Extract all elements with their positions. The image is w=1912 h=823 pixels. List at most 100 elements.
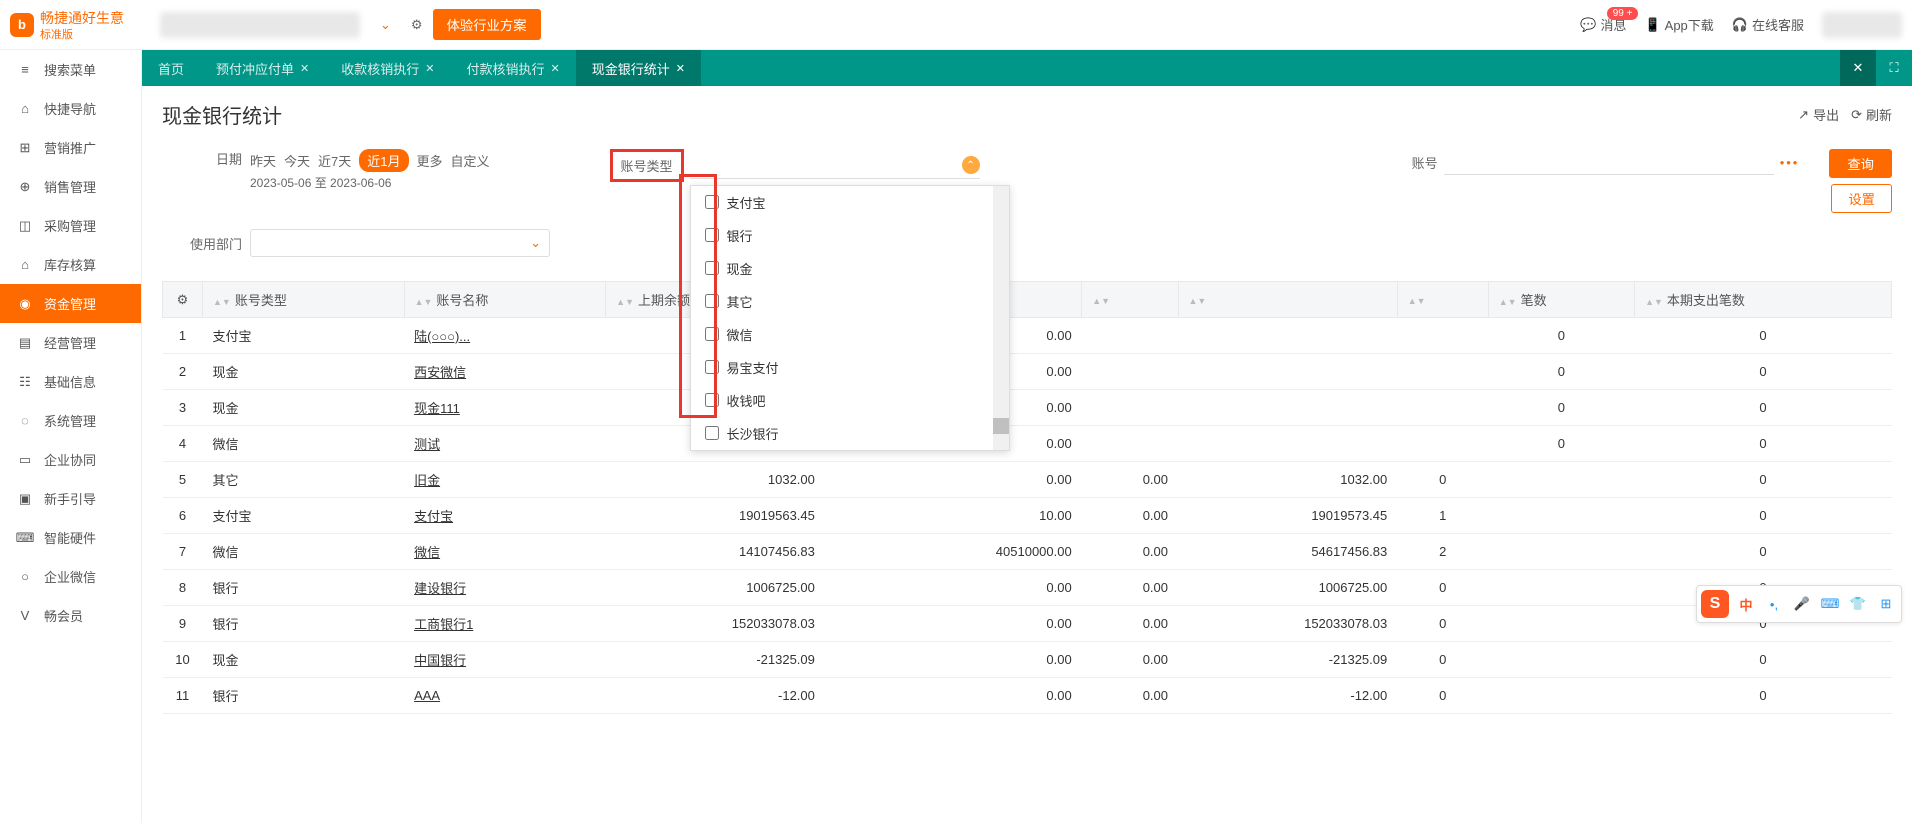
dropdown-item[interactable]: 支付宝 [691, 186, 1009, 219]
query-button[interactable]: 查询 [1829, 149, 1892, 178]
dropdown-checkbox[interactable] [705, 327, 719, 341]
gear-icon[interactable]: ⚙ [177, 292, 189, 307]
dropdown-item[interactable]: 银行 [691, 219, 1009, 252]
dropdown-scrollbar[interactable] [993, 186, 1009, 450]
sidebar-item-12[interactable]: ⌨智能硬件 [0, 518, 141, 557]
tab-0[interactable]: 首页 [142, 50, 200, 86]
account-link[interactable]: 工商银行1 [414, 617, 473, 632]
dropdown-checkbox[interactable] [705, 195, 719, 209]
dropdown-item[interactable]: 易宝支付 [691, 351, 1009, 384]
account-link[interactable]: 西安微信 [414, 365, 466, 380]
sort-icon[interactable]: ▲▼ [616, 299, 634, 305]
sogou-logo-icon[interactable]: S [1701, 590, 1729, 618]
tab-4[interactable]: 现金银行统计✕ [576, 50, 701, 86]
ime-punct-icon[interactable]: •, [1763, 593, 1785, 615]
gear-icon[interactable]: ⚙ [411, 17, 423, 33]
ime-skin-icon[interactable]: 👕 [1847, 593, 1869, 615]
sidebar-item-5[interactable]: ⌂库存核算 [0, 245, 141, 284]
dropdown-item[interactable]: 收钱吧 [691, 384, 1009, 417]
sidebar-item-6[interactable]: ◉资金管理 [0, 284, 141, 323]
account-no-input[interactable] [1444, 149, 1774, 175]
sidebar-item-9[interactable]: ◌系统管理 [0, 401, 141, 440]
export-icon: ↗ [1798, 107, 1809, 123]
account-link[interactable]: 陆(○○○)... [414, 329, 470, 344]
close-icon[interactable]: ✕ [425, 62, 434, 75]
close-icon[interactable]: ✕ [676, 62, 685, 75]
date-quick-option[interactable]: 自定义 [451, 151, 490, 170]
table-header[interactable]: ▲▼ [1082, 282, 1178, 318]
message-link[interactable]: 💬 消息 99 + [1580, 15, 1626, 34]
tab-2[interactable]: 收款核销执行✕ [325, 50, 450, 86]
dropdown-checkbox[interactable] [705, 294, 719, 308]
table-header[interactable]: ⚙ [163, 282, 203, 318]
account-link[interactable]: 中国银行 [414, 653, 466, 668]
table-header[interactable]: ▲▼账号名称 [404, 282, 606, 318]
more-filters-icon[interactable]: ••• [1780, 155, 1800, 170]
account-type-select[interactable]: ⌃ [690, 153, 980, 179]
dropdown-item[interactable]: 现金 [691, 252, 1009, 285]
table-header[interactable]: ▲▼ [1397, 282, 1488, 318]
experience-button[interactable]: 体验行业方案 [433, 9, 541, 40]
settings-button[interactable]: 设置 [1831, 184, 1892, 213]
sidebar-item-8[interactable]: ☷基础信息 [0, 362, 141, 401]
close-icon[interactable]: ✕ [551, 62, 560, 75]
tab-fullscreen-icon[interactable]: ⛶ [1876, 50, 1912, 86]
table-header[interactable]: ▲▼账号类型 [203, 282, 405, 318]
dropdown-checkbox[interactable] [705, 261, 719, 275]
ime-toolbox-icon[interactable]: ⊞ [1875, 593, 1897, 615]
date-quick-option[interactable]: 更多 [417, 151, 443, 170]
dropdown-checkbox[interactable] [705, 228, 719, 242]
date-quick-option[interactable]: 近7天 [318, 151, 351, 170]
dropdown-item[interactable]: 长沙银行 [691, 417, 1009, 450]
lang-toggle[interactable]: 中 [1735, 593, 1757, 615]
sort-icon[interactable]: ▲▼ [1645, 299, 1663, 305]
sidebar-item-11[interactable]: ▣新手引导 [0, 479, 141, 518]
refresh-button[interactable]: ⟳刷新 [1851, 105, 1892, 124]
sidebar-item-0[interactable]: ≡搜索菜单 [0, 50, 141, 89]
dropdown-item[interactable]: 微信 [691, 318, 1009, 351]
close-icon[interactable]: ✕ [300, 62, 309, 75]
account-link[interactable]: AAA [414, 688, 440, 703]
account-link[interactable]: 现金111 [414, 401, 460, 416]
dropdown-item[interactable]: 其它 [691, 285, 1009, 318]
sort-icon[interactable]: ▲▼ [1092, 298, 1110, 304]
tab-3[interactable]: 付款核销执行✕ [450, 50, 575, 86]
table-header[interactable]: ▲▼本期支出笔数 [1635, 282, 1892, 318]
sort-icon[interactable]: ▲▼ [1408, 298, 1426, 304]
company-dropdown-icon[interactable]: ⌄ [380, 17, 391, 33]
date-quick-option[interactable]: 近1月 [359, 149, 408, 172]
sidebar-item-7[interactable]: ▤经营管理 [0, 323, 141, 362]
date-quick-option[interactable]: 昨天 [250, 151, 276, 170]
table-header[interactable]: ▲▼ [1178, 282, 1397, 318]
export-button[interactable]: ↗导出 [1798, 105, 1839, 124]
account-link[interactable]: 微信 [414, 545, 440, 560]
sidebar-item-4[interactable]: ◫采购管理 [0, 206, 141, 245]
account-link[interactable]: 支付宝 [414, 509, 453, 524]
sidebar-item-14[interactable]: V畅会员 [0, 596, 141, 635]
service-link[interactable]: 🎧 在线客服 [1732, 15, 1804, 34]
sidebar-item-2[interactable]: ⊞营销推广 [0, 128, 141, 167]
export-label: 导出 [1813, 105, 1839, 124]
sidebar-item-3[interactable]: ⊕销售管理 [0, 167, 141, 206]
tab-1[interactable]: 预付冲应付单✕ [200, 50, 325, 86]
sort-icon[interactable]: ▲▼ [1499, 299, 1517, 305]
sidebar-item-10[interactable]: ▭企业协同 [0, 440, 141, 479]
table-header[interactable]: ▲▼笔数 [1488, 282, 1634, 318]
tab-close-all-icon[interactable]: ✕ [1840, 50, 1876, 86]
account-link[interactable]: 建设银行 [414, 581, 466, 596]
account-link[interactable]: 测试 [414, 437, 440, 452]
sort-icon[interactable]: ▲▼ [213, 299, 231, 305]
sort-icon[interactable]: ▲▼ [1189, 298, 1207, 304]
app-download-link[interactable]: 📱 App下载 [1644, 15, 1713, 34]
account-link[interactable]: 旧金 [414, 473, 440, 488]
dropdown-checkbox[interactable] [705, 426, 719, 440]
ime-mic-icon[interactable]: 🎤 [1791, 593, 1813, 615]
ime-keyboard-icon[interactable]: ⌨ [1819, 593, 1841, 615]
date-quick-option[interactable]: 今天 [284, 151, 310, 170]
dropdown-checkbox[interactable] [705, 393, 719, 407]
sidebar-item-1[interactable]: ⌂快捷导航 [0, 89, 141, 128]
dept-select[interactable]: ⌄ [250, 229, 550, 257]
sidebar-item-13[interactable]: ○企业微信 [0, 557, 141, 596]
dropdown-checkbox[interactable] [705, 360, 719, 374]
sort-icon[interactable]: ▲▼ [415, 299, 433, 305]
